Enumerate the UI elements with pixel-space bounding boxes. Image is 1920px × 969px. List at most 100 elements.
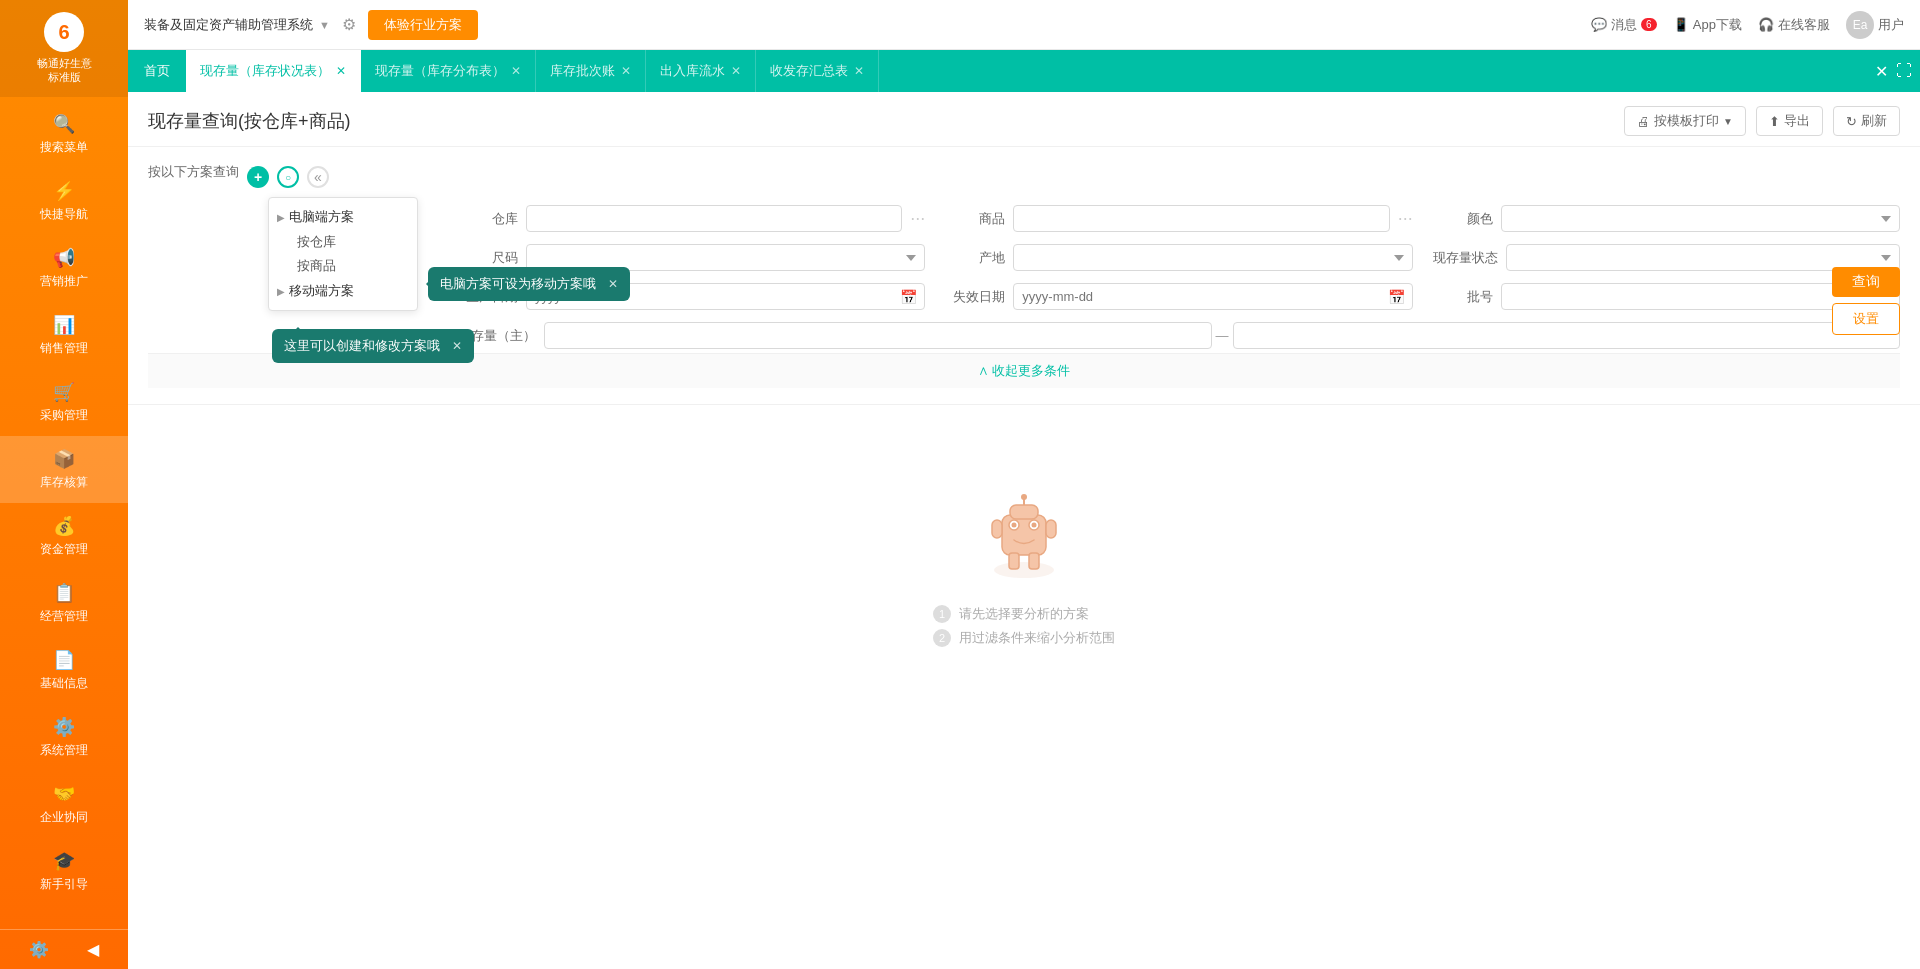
page-header: 现存量查询(按仓库+商品) 🖨 按模板打印 ▼ ⬆ 导出 ↻ 刷新 (128, 92, 1920, 147)
collapse-sidebar-btn[interactable]: ◀ (87, 940, 99, 959)
svg-rect-9 (992, 520, 1002, 538)
page-container: 现存量查询(按仓库+商品) 🖨 按模板打印 ▼ ⬆ 导出 ↻ 刷新 (128, 92, 1920, 969)
tab-close-all-btn[interactable]: ✕ (1875, 62, 1888, 81)
batch-label: 批号 (1433, 288, 1493, 306)
quick-nav-icon: ⚡ (53, 180, 75, 202)
query-btn[interactable]: 查询 (1832, 267, 1900, 297)
scheme-item-pc[interactable]: ▶ 电脑端方案 (269, 204, 417, 230)
filter-back-btn[interactable]: « (307, 166, 329, 188)
user-avatar: Ea (1846, 11, 1874, 39)
tab-close-inventory-status[interactable]: ✕ (336, 64, 346, 78)
filter-edit-btn[interactable]: ○ (277, 166, 299, 188)
production-date-calendar-icon[interactable]: 📅 (900, 289, 917, 305)
tab-close-batch-account[interactable]: ✕ (621, 64, 631, 78)
expiry-date-calendar-icon[interactable]: 📅 (1388, 289, 1405, 305)
page-actions: 🖨 按模板打印 ▼ ⬆ 导出 ↻ 刷新 (1624, 106, 1900, 136)
sidebar-item-guide[interactable]: 🎓 新手引导 (0, 838, 128, 905)
search-icon: 🔍 (53, 113, 75, 135)
export-icon: ⬆ (1769, 114, 1780, 129)
user-menu[interactable]: Ea 用户 (1846, 11, 1904, 39)
stock-qty-min-input[interactable] (544, 322, 1212, 349)
sidebar-item-basic[interactable]: 📄 基础信息 (0, 637, 128, 704)
product-dots[interactable]: ··· (1398, 208, 1413, 229)
warehouse-input[interactable] (526, 205, 902, 232)
origin-select[interactable] (1013, 244, 1412, 271)
settings-bottom-btn[interactable]: ⚙️ (29, 940, 49, 959)
tab-home[interactable]: 首页 (128, 50, 186, 92)
sidebar-item-enterprise[interactable]: 🤝 企业协同 (0, 771, 128, 838)
reset-btn[interactable]: 设置 (1832, 303, 1900, 335)
sidebar-item-quick-nav[interactable]: ⚡ 快捷导航 (0, 168, 128, 235)
tooltip-create-scheme: 这里可以创建和修改方案哦 ✕ (272, 329, 474, 363)
headset-icon: 🎧 (1758, 17, 1774, 32)
refresh-btn[interactable]: ↻ 刷新 (1833, 106, 1900, 136)
header-right: 💬 消息 6 📱 App下载 🎧 在线客服 Ea 用户 (1591, 11, 1904, 39)
tab-in-out-flow[interactable]: 出入库流水 ✕ (646, 50, 756, 92)
warehouse-select-wrapper (526, 205, 902, 232)
origin-label: 产地 (945, 249, 1005, 267)
settings-gear-btn[interactable]: ⚙ (342, 15, 356, 34)
print-dropdown-icon: ▼ (1723, 116, 1733, 127)
collapse-up-icon: ∧ (978, 363, 989, 378)
empty-hint-2: 2 用过滤条件来缩小分析范围 (933, 629, 1115, 647)
sidebar-item-operations[interactable]: 📋 经营管理 (0, 570, 128, 637)
tab-close-in-out-flow[interactable]: ✕ (731, 64, 741, 78)
filter-row-3: 生产日期 📅 失效日期 📅 (458, 283, 1900, 310)
tooltip1-close-btn[interactable]: ✕ (608, 277, 618, 291)
system-icon: ⚙️ (53, 716, 75, 738)
scheme-sub-item-2[interactable]: 按商品 (289, 254, 417, 278)
scheme-sub-item-1[interactable]: 按仓库 (289, 230, 417, 254)
expiry-date-input[interactable] (1013, 283, 1412, 310)
tab-fullscreen-btn[interactable]: ⛶ (1896, 62, 1912, 80)
tab-batch-account[interactable]: 库存批次账 ✕ (536, 50, 646, 92)
marketing-icon: 📢 (53, 247, 75, 269)
origin-select-wrapper (1013, 244, 1412, 271)
print-template-btn[interactable]: 🖨 按模板打印 ▼ (1624, 106, 1746, 136)
color-select[interactable] (1501, 205, 1900, 232)
filter-label: 按以下方案查询 (148, 163, 239, 181)
warehouse-dots[interactable]: ··· (910, 208, 925, 229)
sidebar-item-inventory[interactable]: 📦 库存核算 (0, 436, 128, 503)
empty-hint-1: 1 请先选择要分析的方案 (933, 605, 1115, 623)
sidebar-item-marketing[interactable]: 📢 营销推广 (0, 235, 128, 302)
filter-row-2: 尺码 产地 (458, 244, 1900, 271)
sidebar-item-sales[interactable]: 📊 销售管理 (0, 302, 128, 369)
btn-group: 查询 设置 (1832, 267, 1900, 335)
sidebar-item-finance[interactable]: 💰 资金管理 (0, 503, 128, 570)
sidebar: 6 畅通好生意 标准版 🔍 搜索菜单 ⚡ 快捷导航 📢 营销推广 📊 销售管理 … (0, 0, 128, 969)
sidebar-item-system[interactable]: ⚙️ 系统管理 (0, 704, 128, 771)
size-label: 尺码 (458, 249, 518, 267)
filter-color: 颜色 (1433, 205, 1900, 232)
experience-btn[interactable]: 体验行业方案 (368, 10, 478, 40)
tab-close-inventory-dist[interactable]: ✕ (511, 64, 521, 78)
phone-icon: 📱 (1673, 17, 1689, 32)
sidebar-item-search[interactable]: 🔍 搜索菜单 (0, 101, 128, 168)
filter-origin: 产地 (945, 244, 1412, 271)
empty-state: 1 请先选择要分析的方案 2 用过滤条件来缩小分析范围 (128, 405, 1920, 733)
tab-inventory-status[interactable]: 现存量（库存状况表） ✕ (186, 50, 361, 92)
scheme-sub-pc: 按仓库 按商品 (269, 230, 417, 278)
system-dropdown-icon: ▼ (319, 19, 330, 31)
filter-area: 按以下方案查询 + ○ « ▶ 电脑端方案 按仓库 (128, 147, 1920, 405)
purchase-icon: 🛒 (53, 381, 75, 403)
main-area: 装备及固定资产辅助管理系统 ▼ ⚙ 体验行业方案 💬 消息 6 📱 App下载 … (128, 0, 1920, 969)
stock-qty-max-input[interactable] (1233, 322, 1901, 349)
filter-product: 商品 ··· (945, 205, 1412, 232)
product-input[interactable] (1013, 205, 1389, 232)
tab-close-collect-summary[interactable]: ✕ (854, 64, 864, 78)
online-support-btn[interactable]: 🎧 在线客服 (1758, 16, 1830, 34)
basic-icon: 📄 (53, 649, 75, 671)
query-btn-group: 查询 设置 (1832, 267, 1900, 335)
scheme-item-mobile[interactable]: ▶ 移动端方案 (269, 278, 417, 304)
message-btn[interactable]: 💬 消息 6 (1591, 16, 1657, 34)
scheme-toggle-pc: ▶ (277, 212, 285, 223)
export-btn[interactable]: ⬆ 导出 (1756, 106, 1823, 136)
tab-collect-summary[interactable]: 收发存汇总表 ✕ (756, 50, 879, 92)
tooltip2-close-btn[interactable]: ✕ (452, 339, 462, 353)
tab-inventory-dist[interactable]: 现存量（库存分布表） ✕ (361, 50, 536, 92)
app-download-btn[interactable]: 📱 App下载 (1673, 16, 1742, 34)
stock-qty-dash: — (1216, 328, 1229, 343)
sidebar-item-purchase[interactable]: 🛒 采购管理 (0, 369, 128, 436)
message-icon: 💬 (1591, 17, 1607, 32)
filter-add-btn[interactable]: + (247, 166, 269, 188)
